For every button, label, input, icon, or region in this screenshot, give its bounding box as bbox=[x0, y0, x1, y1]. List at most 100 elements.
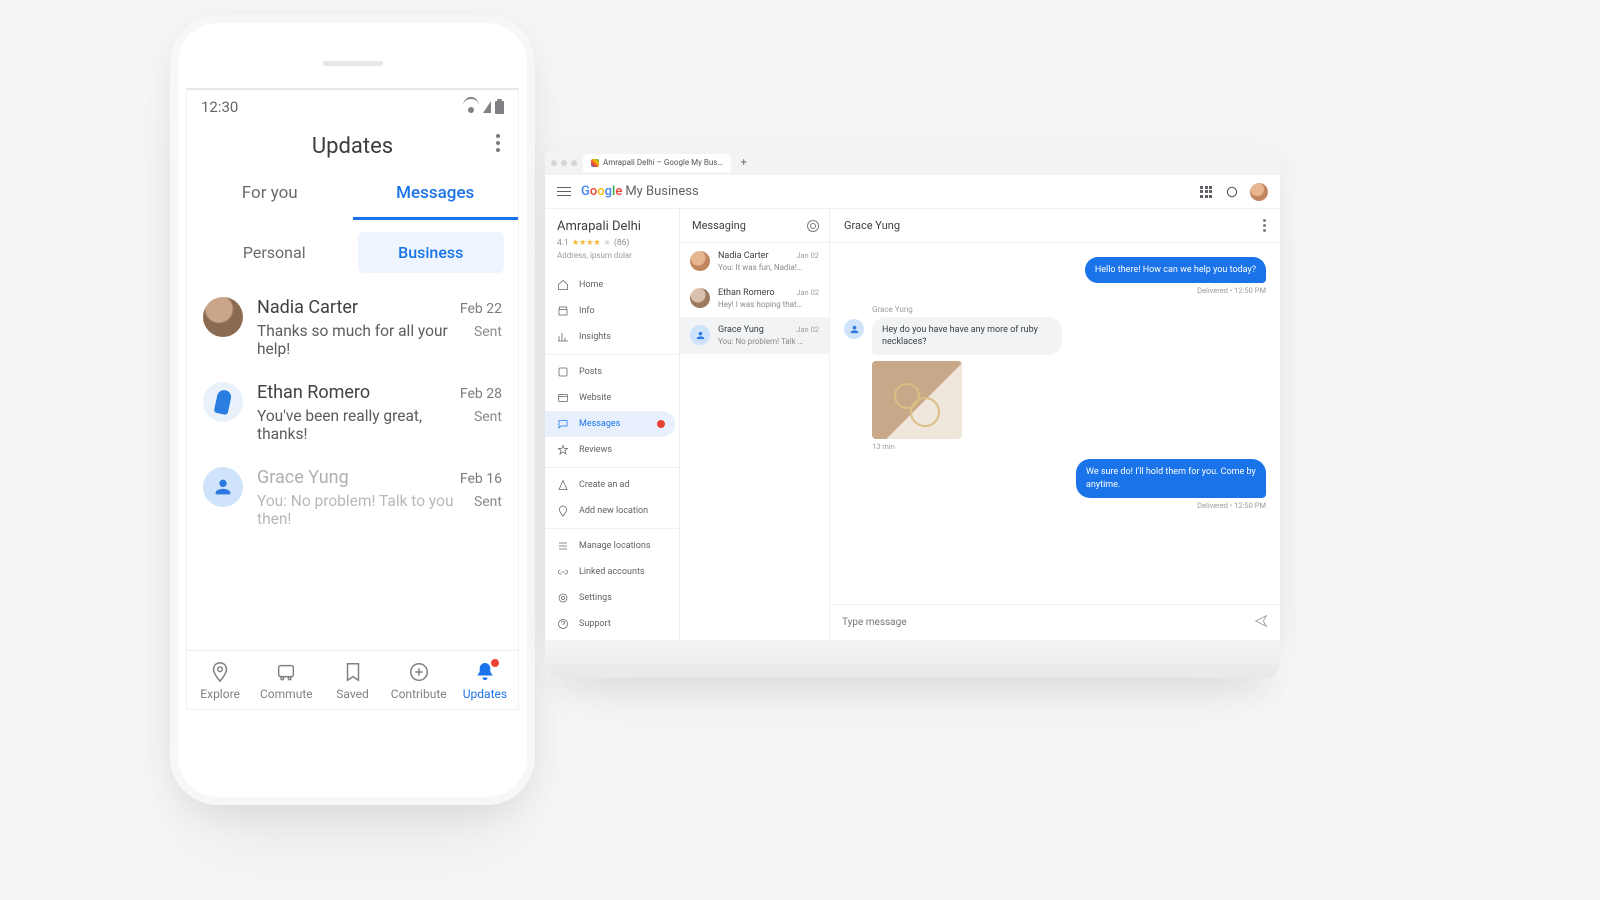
nav-add-location[interactable]: Add new location bbox=[557, 498, 679, 524]
nav-info[interactable]: Info bbox=[557, 298, 679, 324]
nav-label: Commute bbox=[260, 687, 313, 701]
nav-label: Linked accounts bbox=[579, 567, 645, 577]
nav-label: Home bbox=[579, 280, 603, 290]
star-icon bbox=[557, 444, 569, 456]
nav-insights[interactable]: Insights bbox=[557, 324, 679, 350]
nav-updates[interactable]: Updates bbox=[452, 651, 518, 709]
nav-reviews[interactable]: Reviews bbox=[557, 437, 679, 463]
browser-tab[interactable]: Amrapali Delhi – Google My Bus… bbox=[583, 154, 731, 172]
tab-for-you[interactable]: For you bbox=[187, 169, 353, 220]
chat-menu-button[interactable] bbox=[1263, 219, 1266, 232]
notifications-button[interactable] bbox=[1224, 184, 1240, 200]
apps-button[interactable] bbox=[1198, 184, 1214, 200]
message-input[interactable] bbox=[842, 617, 1246, 628]
nav-label: Explore bbox=[200, 687, 240, 701]
subtab-personal[interactable]: Personal bbox=[201, 232, 348, 273]
nav-saved[interactable]: Saved bbox=[319, 651, 385, 709]
primary-tabs: For you Messages bbox=[187, 169, 518, 220]
thread-item[interactable]: Ethan RomeroJan 02Hey! I was hoping that… bbox=[680, 280, 829, 317]
outgoing-message: We sure do! I'll hold them for you. Come… bbox=[1076, 459, 1266, 497]
nav-posts[interactable]: Posts bbox=[557, 359, 679, 385]
nav-label: Add new location bbox=[579, 506, 648, 516]
business-rating: 4.1★★★★★(86) bbox=[557, 238, 679, 248]
conversation-item[interactable]: Ethan RomeroFeb 28 You've been really gr… bbox=[187, 370, 518, 455]
settings-icon[interactable] bbox=[807, 220, 819, 232]
nav-website[interactable]: Website bbox=[557, 385, 679, 411]
threads-title: Messaging bbox=[692, 219, 746, 232]
thread-date: Jan 02 bbox=[796, 325, 819, 334]
status-bar: 12:30 bbox=[187, 90, 518, 120]
cellular-icon bbox=[483, 101, 491, 113]
message-preview: Thanks so much for all your help! bbox=[257, 322, 474, 358]
send-button[interactable] bbox=[1254, 613, 1268, 632]
menu-button[interactable] bbox=[557, 187, 571, 197]
nav-manage-locations[interactable]: Manage locations bbox=[557, 533, 679, 559]
bottom-nav: Explore Commute Saved Contribute Updates bbox=[187, 650, 518, 709]
overflow-menu-button[interactable] bbox=[496, 134, 500, 152]
nav-label: Messages bbox=[579, 419, 620, 429]
thread-preview: Hey! I was hoping that… bbox=[718, 300, 819, 309]
nav-label: Settings bbox=[579, 593, 612, 603]
nav-contribute[interactable]: Contribute bbox=[386, 651, 452, 709]
badge-icon bbox=[657, 420, 665, 428]
thread-name: Nadia Carter bbox=[718, 251, 769, 261]
nav-label: Website bbox=[579, 393, 611, 403]
new-tab-button[interactable]: + bbox=[737, 156, 751, 170]
nav-label: Saved bbox=[336, 687, 368, 701]
nav-home[interactable]: Home bbox=[557, 272, 679, 298]
plus-circle-icon bbox=[408, 661, 430, 683]
help-icon bbox=[557, 618, 569, 630]
message-meta: Delivered • 12:50 PM bbox=[1197, 501, 1266, 510]
nav-explore[interactable]: Explore bbox=[187, 651, 253, 709]
nav-linked-accounts[interactable]: Linked accounts bbox=[557, 559, 679, 585]
subtab-business[interactable]: Business bbox=[358, 232, 505, 273]
pin-icon bbox=[209, 661, 231, 683]
laptop-base bbox=[545, 640, 1280, 678]
contact-name: Nadia Carter bbox=[257, 297, 358, 318]
nav-messages[interactable]: Messages bbox=[545, 411, 675, 437]
thread-preview: You: No problem! Talk … bbox=[718, 337, 819, 346]
laptop-mockup: Amrapali Delhi – Google My Bus… + Google… bbox=[545, 150, 1280, 678]
chat-contact-name: Grace Yung bbox=[844, 219, 900, 232]
nav-settings[interactable]: Settings bbox=[557, 585, 679, 611]
avatar bbox=[203, 382, 243, 422]
message-icon bbox=[557, 418, 569, 430]
sidebar: Amrapali Delhi 4.1★★★★★(86) Address, ips… bbox=[545, 209, 680, 640]
tab-messages[interactable]: Messages bbox=[353, 169, 519, 220]
account-avatar[interactable] bbox=[1250, 183, 1268, 201]
commute-icon bbox=[275, 661, 297, 683]
message-status: Sent bbox=[474, 324, 502, 340]
thread-name: Grace Yung bbox=[718, 325, 764, 335]
message-image[interactable] bbox=[872, 361, 962, 439]
message-composer bbox=[830, 604, 1280, 640]
app-header: GoogleMy Business bbox=[545, 175, 1280, 209]
message-date: Feb 22 bbox=[460, 301, 502, 317]
pin-icon bbox=[557, 505, 569, 517]
clock: 12:30 bbox=[201, 98, 238, 116]
window-controls[interactable] bbox=[551, 160, 577, 166]
nav-support[interactable]: Support bbox=[557, 611, 679, 637]
message-meta: Delivered • 12:50 PM bbox=[1197, 286, 1266, 295]
page-title: Updates bbox=[312, 134, 393, 159]
avatar bbox=[844, 319, 864, 339]
post-icon bbox=[557, 366, 569, 378]
thread-date: Jan 02 bbox=[796, 288, 819, 297]
threads-column: Messaging Nadia CarterJan 02You: It was … bbox=[680, 209, 830, 640]
business-address: Address, ipsum dolar bbox=[557, 251, 679, 260]
nav-label: Info bbox=[579, 306, 595, 316]
thread-item[interactable]: Nadia CarterJan 02You: It was fun, Nadia… bbox=[680, 243, 829, 280]
nav-create-ad[interactable]: Create an ad bbox=[557, 472, 679, 498]
nav-label: Contribute bbox=[391, 687, 447, 701]
thread-item[interactable]: Grace Yung Jan 02 You: No problem! Talk … bbox=[680, 317, 829, 354]
conversation-item[interactable]: Grace YungFeb 16 You: No problem! Talk t… bbox=[187, 455, 518, 540]
megaphone-icon bbox=[557, 479, 569, 491]
nav-label: Updates bbox=[463, 687, 507, 701]
conversation-item[interactable]: Nadia Carter Feb 22 Thanks so much for al… bbox=[187, 285, 518, 370]
outgoing-message: Hello there! How can we help you today? bbox=[1085, 257, 1266, 283]
business-name: Amrapali Delhi bbox=[557, 219, 679, 234]
chat-column: Grace Yung Hello there! How can we help … bbox=[830, 209, 1280, 640]
battery-icon bbox=[495, 101, 504, 114]
nav-commute[interactable]: Commute bbox=[253, 651, 319, 709]
globe-icon bbox=[557, 392, 569, 404]
secondary-tabs: Personal Business bbox=[187, 220, 518, 285]
